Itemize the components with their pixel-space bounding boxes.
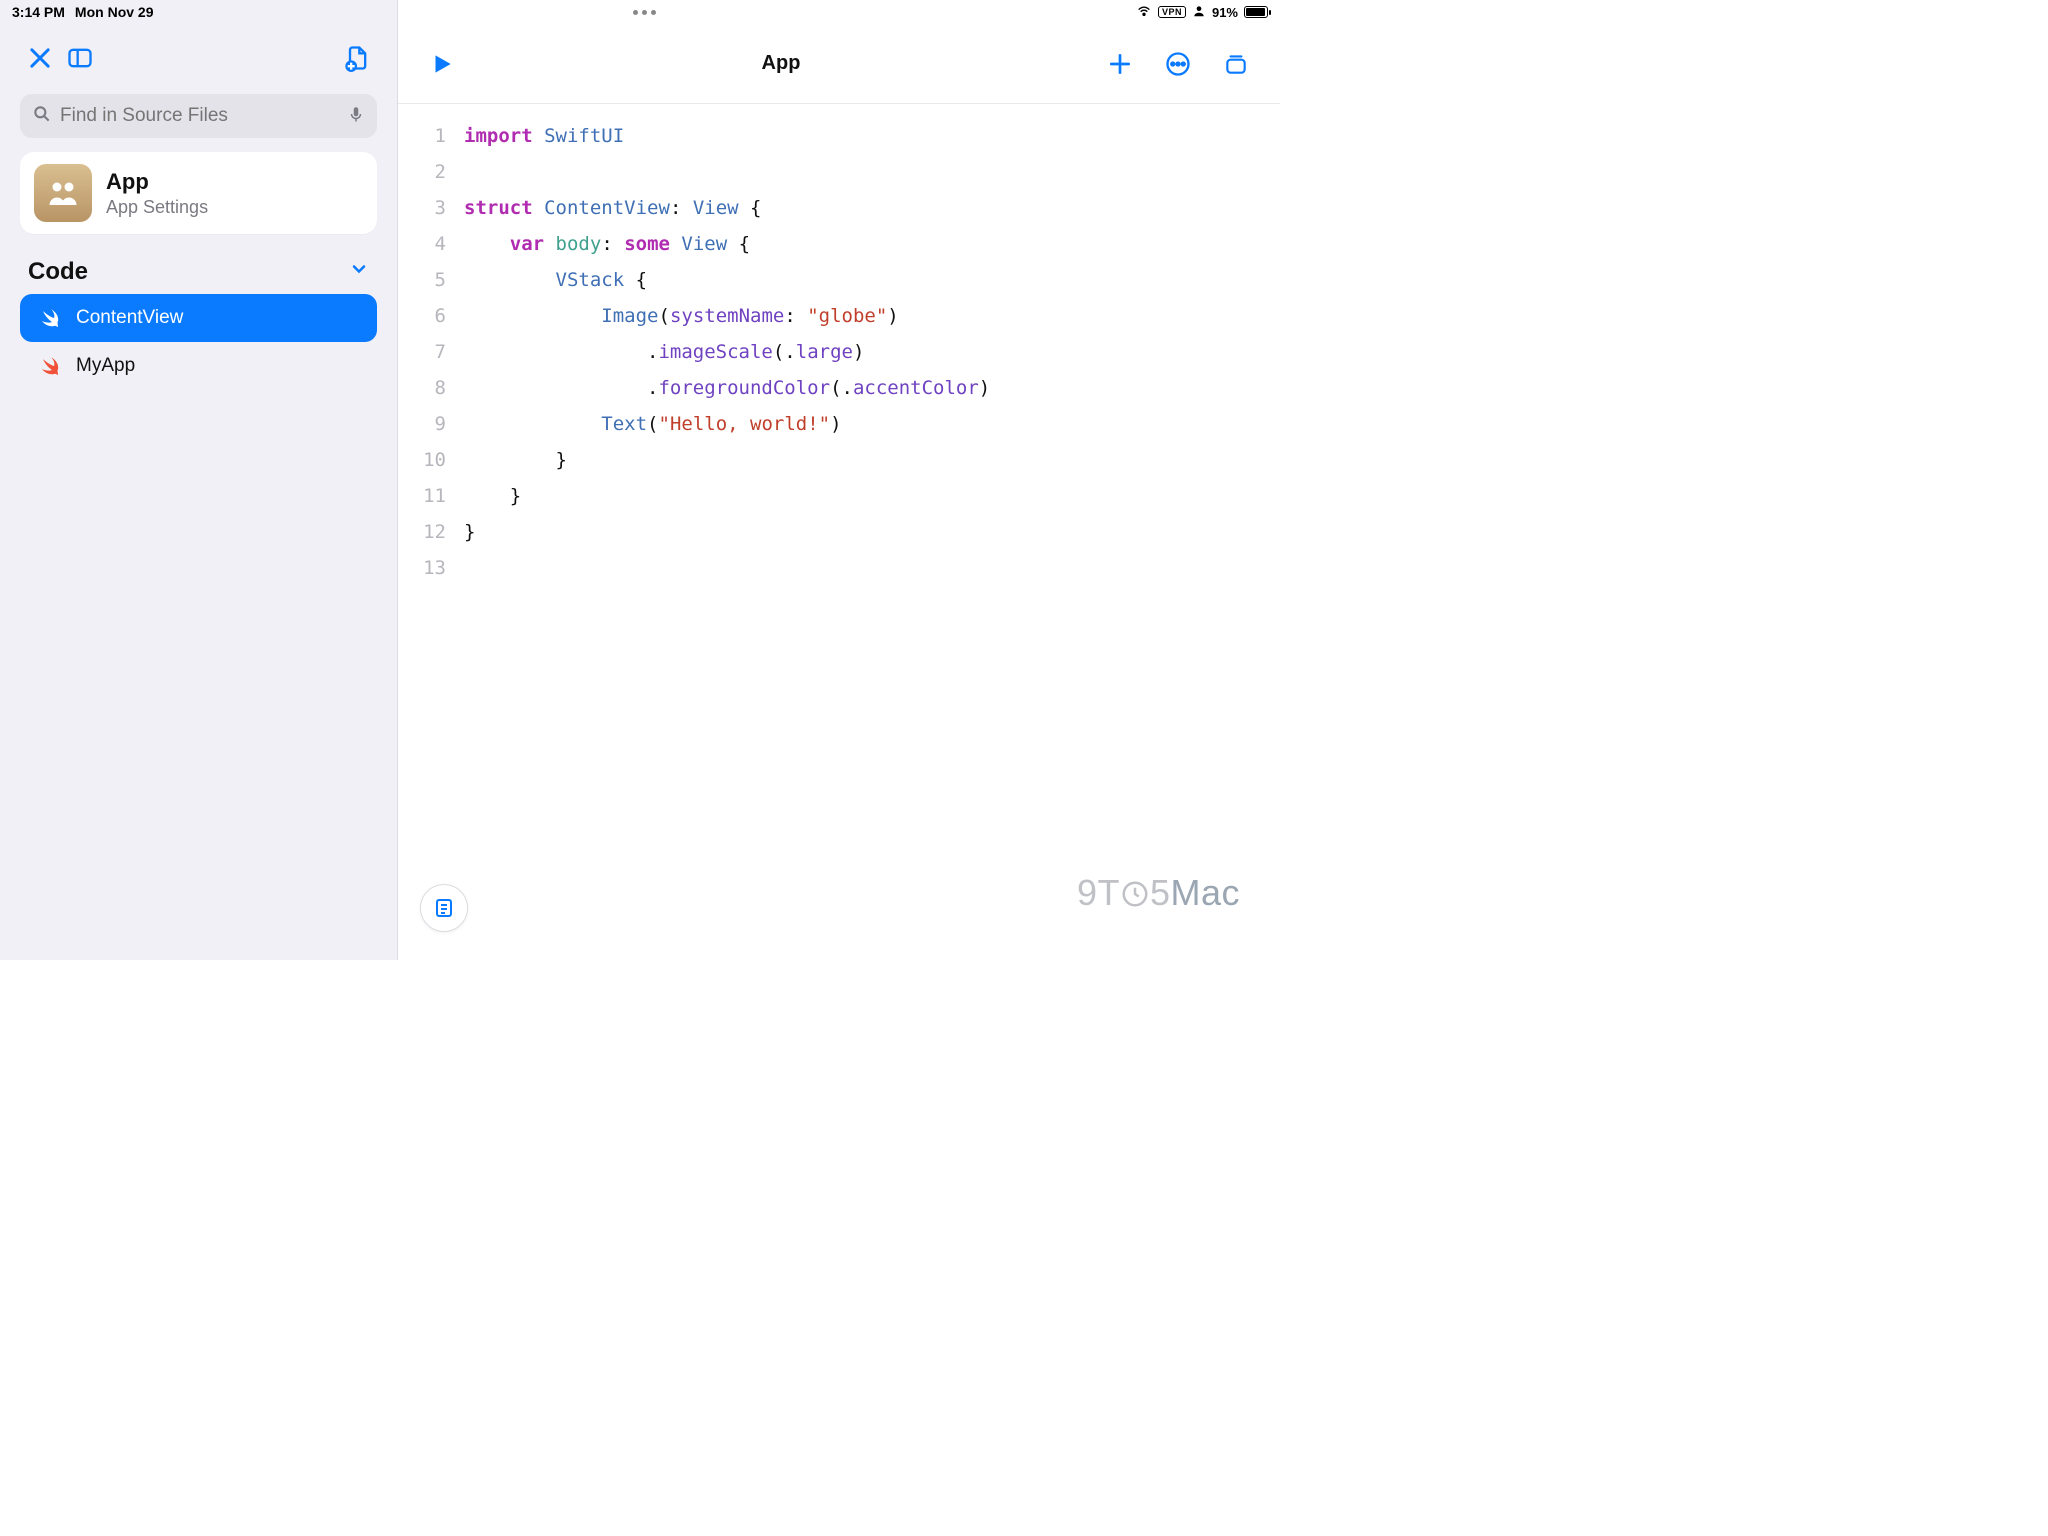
watermark: 9T5Mac: [1077, 872, 1240, 914]
code-line[interactable]: }: [464, 442, 1280, 478]
sidebar-toggle-button[interactable]: [60, 38, 100, 78]
code-line[interactable]: [464, 550, 1280, 586]
file-name: ContentView: [76, 307, 183, 329]
code-section-header[interactable]: Code: [0, 252, 397, 294]
search-icon: [32, 104, 52, 129]
run-button[interactable]: [422, 44, 462, 84]
app-settings-card[interactable]: App App Settings: [20, 152, 377, 234]
document-title: App: [462, 52, 1100, 75]
code-line[interactable]: }: [464, 478, 1280, 514]
documentation-button[interactable]: [420, 884, 468, 932]
battery-icon: [1244, 6, 1268, 18]
code-line[interactable]: var body: some View {: [464, 226, 1280, 262]
multitask-dots[interactable]: [154, 10, 1136, 15]
file-item-contentview[interactable]: ContentView: [20, 294, 377, 342]
code-content[interactable]: import SwiftUI struct ContentView: View …: [458, 118, 1280, 960]
mic-icon[interactable]: [347, 103, 365, 130]
windows-button[interactable]: [1216, 44, 1256, 84]
app-card-subtitle: App Settings: [106, 197, 208, 218]
add-button[interactable]: [1100, 44, 1140, 84]
section-label: Code: [28, 258, 88, 286]
code-line[interactable]: struct ContentView: View {: [464, 190, 1280, 226]
sidebar: App App Settings Code ContentView MyApp: [0, 0, 398, 960]
wifi-icon: [1136, 3, 1152, 22]
code-line[interactable]: Text("Hello, world!"): [464, 406, 1280, 442]
search-field[interactable]: [20, 94, 377, 138]
line-gutter: 12345678910111213: [398, 118, 458, 960]
main-area: App 12345678910111213 import SwiftUI str…: [398, 0, 1280, 960]
new-file-button[interactable]: [337, 38, 377, 78]
swift-icon: [38, 354, 62, 378]
file-list: ContentView MyApp: [0, 294, 397, 390]
main-toolbar: App: [398, 24, 1280, 104]
chevron-down-icon: [349, 258, 369, 286]
status-bar: 3:14 PM Mon Nov 29 VPN 91%: [0, 0, 1280, 24]
close-button[interactable]: [20, 38, 60, 78]
status-time: 3:14 PM: [12, 4, 65, 20]
code-line[interactable]: .imageScale(.large): [464, 334, 1280, 370]
code-line[interactable]: .foregroundColor(.accentColor): [464, 370, 1280, 406]
battery-percent: 91%: [1212, 5, 1238, 20]
search-input[interactable]: [60, 105, 339, 127]
file-name: MyApp: [76, 355, 135, 377]
swift-icon: [38, 306, 62, 330]
code-line[interactable]: [464, 154, 1280, 190]
user-icon: [1192, 4, 1206, 21]
vpn-badge: VPN: [1158, 6, 1186, 18]
file-item-myapp[interactable]: MyApp: [20, 342, 377, 390]
code-line[interactable]: VStack {: [464, 262, 1280, 298]
code-line[interactable]: }: [464, 514, 1280, 550]
more-button[interactable]: [1158, 44, 1198, 84]
app-icon: [34, 164, 92, 222]
code-line[interactable]: import SwiftUI: [464, 118, 1280, 154]
app-card-title: App: [106, 169, 208, 195]
code-line[interactable]: Image(systemName: "globe"): [464, 298, 1280, 334]
code-editor[interactable]: 12345678910111213 import SwiftUI struct …: [398, 104, 1280, 960]
status-date: Mon Nov 29: [75, 4, 154, 20]
